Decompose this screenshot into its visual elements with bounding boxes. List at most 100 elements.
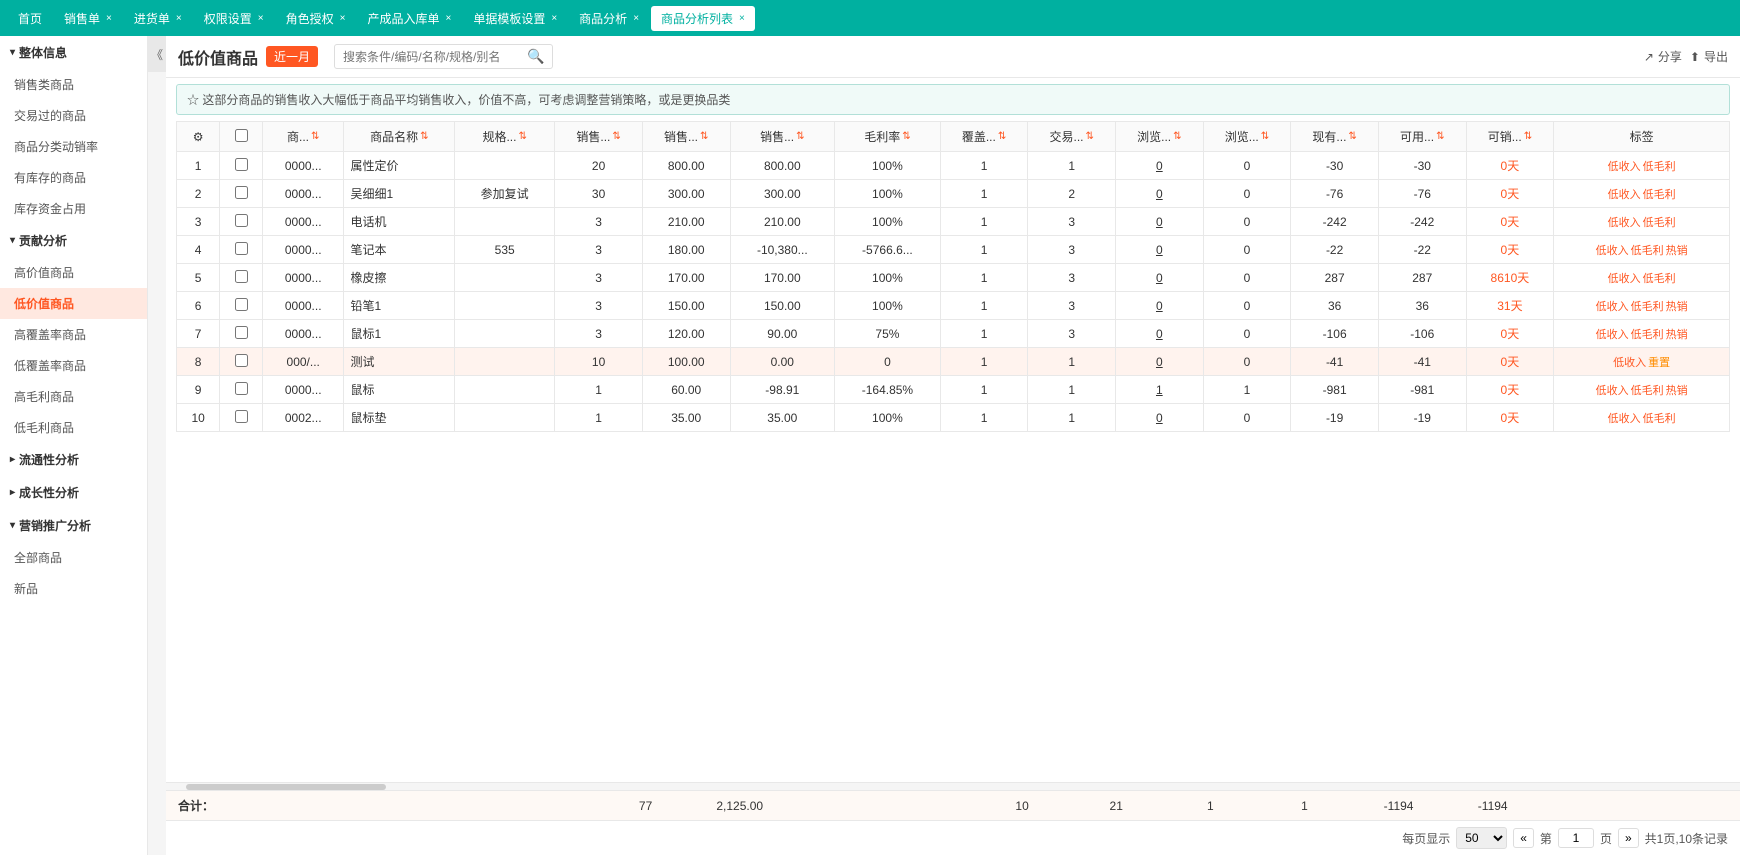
sort-icon-sales-amount[interactable]: ⇅	[700, 131, 708, 142]
row-check[interactable]	[220, 152, 263, 180]
row-checkbox[interactable]	[235, 270, 248, 283]
browse1-value[interactable]: 0	[1156, 187, 1163, 201]
nav-analysis-list[interactable]: 商品分析列表×	[651, 6, 755, 31]
sidebar-item-high-value[interactable]: 高价值商品	[0, 257, 147, 288]
row-browse1[interactable]: 0	[1116, 236, 1204, 264]
nav-role[interactable]: 角色授权×	[276, 6, 356, 31]
row-browse1[interactable]: 0	[1116, 348, 1204, 376]
sidebar-collapse-button[interactable]: 《	[148, 36, 166, 72]
browse1-value[interactable]: 0	[1156, 215, 1163, 229]
col-spec[interactable]: 规格...⇅	[455, 122, 555, 152]
sidebar-group-marketing[interactable]: ▾ 营销推广分析	[0, 509, 147, 542]
close-permission[interactable]: ×	[258, 13, 264, 24]
col-settings[interactable]: ⚙	[177, 122, 220, 152]
search-input[interactable]	[343, 50, 523, 64]
close-template[interactable]: ×	[551, 13, 557, 24]
row-check[interactable]	[220, 404, 263, 432]
row-check[interactable]	[220, 376, 263, 404]
nav-purchase[interactable]: 进货单×	[124, 6, 192, 31]
sidebar-item-low-coverage[interactable]: 低覆盖率商品	[0, 350, 147, 381]
close-analysis[interactable]: ×	[633, 13, 639, 24]
nav-analysis[interactable]: 商品分析×	[569, 6, 649, 31]
row-check[interactable]	[220, 320, 263, 348]
share-button[interactable]: ↗ 分享	[1644, 48, 1682, 65]
sort-icon-code[interactable]: ⇅	[311, 131, 319, 142]
sort-icon-trade[interactable]: ⇅	[1086, 131, 1094, 142]
first-page-button[interactable]: «	[1513, 828, 1534, 848]
col-trade[interactable]: 交易...⇅	[1028, 122, 1116, 152]
browse1-value[interactable]: 0	[1156, 271, 1163, 285]
period-tag[interactable]: 近一月	[266, 46, 318, 67]
sidebar-item-low-margin[interactable]: 低毛利商品	[0, 412, 147, 443]
row-browse1[interactable]: 0	[1116, 152, 1204, 180]
sort-icon-sales-qty[interactable]: ⇅	[612, 131, 620, 142]
browse1-value[interactable]: 0	[1156, 243, 1163, 257]
col-sellable[interactable]: 可销...⇅	[1466, 122, 1554, 152]
col-code[interactable]: 商...⇅	[262, 122, 344, 152]
col-gross-rate[interactable]: 毛利率⇅	[835, 122, 941, 152]
col-sales-amount[interactable]: 销售...⇅	[642, 122, 730, 152]
sidebar-item-sales-goods[interactable]: 销售类商品	[0, 69, 147, 100]
browse1-value[interactable]: 0	[1156, 355, 1163, 369]
sidebar-group-growth[interactable]: ▸ 成长性分析	[0, 476, 147, 509]
row-browse1[interactable]: 0	[1116, 404, 1204, 432]
row-checkbox[interactable]	[235, 326, 248, 339]
page-size-select[interactable]: 50 20 100	[1456, 827, 1507, 849]
browse1-value[interactable]: 0	[1156, 299, 1163, 313]
row-checkbox[interactable]	[235, 186, 248, 199]
sort-icon-available[interactable]: ⇅	[1436, 131, 1444, 142]
row-check[interactable]	[220, 348, 263, 376]
scrollbar-thumb[interactable]	[186, 784, 386, 790]
col-name[interactable]: 商品名称⇅	[344, 122, 455, 152]
row-check[interactable]	[220, 264, 263, 292]
row-browse1[interactable]: 0	[1116, 320, 1204, 348]
nav-home[interactable]: 首页	[8, 6, 52, 31]
col-check[interactable]	[220, 122, 263, 152]
nav-sales[interactable]: 销售单×	[54, 6, 122, 31]
horizontal-scrollbar[interactable]	[166, 782, 1740, 790]
sidebar-item-all-goods[interactable]: 全部商品	[0, 542, 147, 573]
col-coverage[interactable]: 覆盖...⇅	[940, 122, 1028, 152]
row-check[interactable]	[220, 180, 263, 208]
page-input[interactable]	[1558, 828, 1594, 848]
search-icon[interactable]: 🔍	[527, 48, 544, 65]
sidebar-item-new-goods[interactable]: 新品	[0, 573, 147, 604]
sidebar-group-liquidity[interactable]: ▸ 流通性分析	[0, 443, 147, 476]
row-browse1[interactable]: 0	[1116, 292, 1204, 320]
sort-icon-gross-rate[interactable]: ⇅	[902, 131, 910, 142]
row-checkbox[interactable]	[235, 158, 248, 171]
col-browse1[interactable]: 浏览...⇅	[1116, 122, 1204, 152]
row-browse1[interactable]: 0	[1116, 264, 1204, 292]
settings-icon[interactable]: ⚙	[193, 130, 204, 144]
sort-icon-sellable[interactable]: ⇅	[1524, 131, 1532, 142]
sort-icon-sales-val[interactable]: ⇅	[796, 131, 804, 142]
row-browse1[interactable]: 1	[1116, 376, 1204, 404]
sort-icon-browse2[interactable]: ⇅	[1261, 131, 1269, 142]
sidebar-item-stock-value[interactable]: 库存资金占用	[0, 193, 147, 224]
sidebar-item-stock-goods[interactable]: 有库存的商品	[0, 162, 147, 193]
row-checkbox[interactable]	[235, 214, 248, 227]
col-sales-qty[interactable]: 销售...⇅	[555, 122, 643, 152]
col-browse2[interactable]: 浏览...⇅	[1203, 122, 1291, 152]
sidebar-item-category-rate[interactable]: 商品分类动销率	[0, 131, 147, 162]
sidebar-item-traded-goods[interactable]: 交易过的商品	[0, 100, 147, 131]
row-checkbox[interactable]	[235, 382, 248, 395]
close-analysis-list[interactable]: ×	[739, 13, 745, 24]
col-sales-val[interactable]: 销售...⇅	[730, 122, 835, 152]
sort-icon-browse1[interactable]: ⇅	[1173, 131, 1181, 142]
col-stock[interactable]: 现有...⇅	[1291, 122, 1379, 152]
sort-icon-name[interactable]: ⇅	[420, 131, 428, 142]
browse1-value[interactable]: 0	[1156, 327, 1163, 341]
browse1-value[interactable]: 0	[1156, 411, 1163, 425]
row-browse1[interactable]: 0	[1116, 208, 1204, 236]
close-role[interactable]: ×	[340, 13, 346, 24]
row-checkbox[interactable]	[235, 298, 248, 311]
next-page-button[interactable]: »	[1618, 828, 1639, 848]
sidebar-item-high-coverage[interactable]: 高覆盖率商品	[0, 319, 147, 350]
sidebar-group-contribution[interactable]: ▾ 贡献分析	[0, 224, 147, 257]
row-browse1[interactable]: 0	[1116, 180, 1204, 208]
browse1-value[interactable]: 0	[1156, 159, 1163, 173]
col-available[interactable]: 可用...⇅	[1378, 122, 1466, 152]
sort-icon-coverage[interactable]: ⇅	[998, 131, 1006, 142]
nav-product[interactable]: 产成品入库单×	[357, 6, 461, 31]
